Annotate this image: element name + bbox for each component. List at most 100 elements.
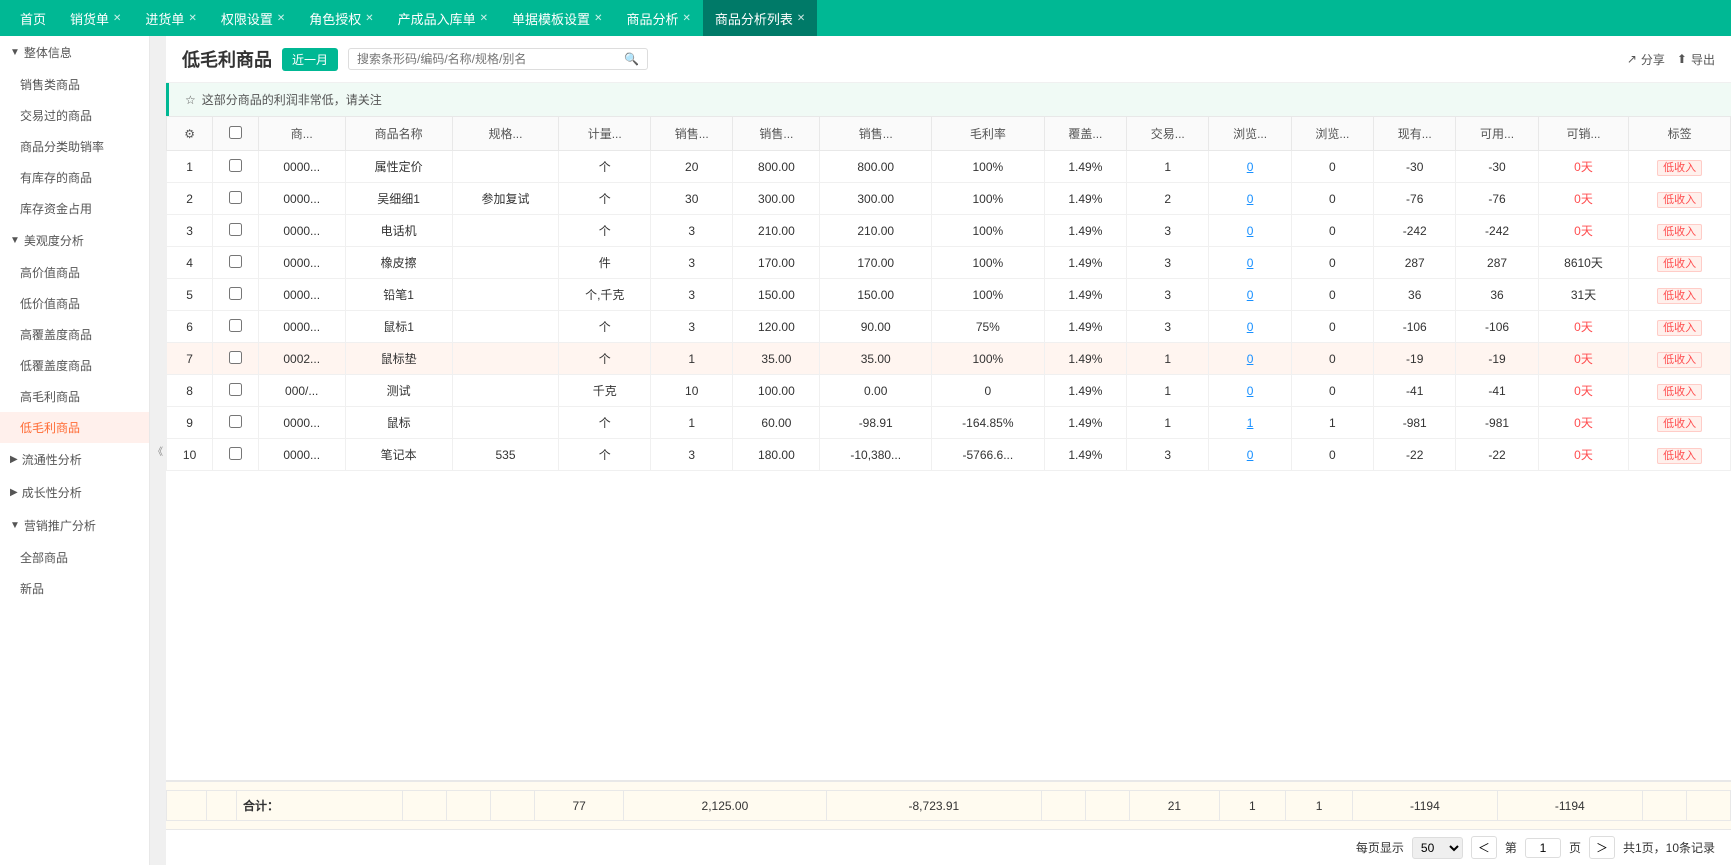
nav-purchase-order[interactable]: 进货单 ✕ xyxy=(133,0,208,36)
row-checkbox[interactable] xyxy=(229,223,242,236)
row-checkbox[interactable] xyxy=(229,319,242,332)
row-checkbox-cell[interactable] xyxy=(213,439,259,471)
row-trade: 3 xyxy=(1127,247,1209,279)
row-saleable: 0天 xyxy=(1538,215,1629,247)
close-icon[interactable]: ✕ xyxy=(594,13,602,24)
col-trade[interactable]: 交易... xyxy=(1127,117,1209,151)
row-view1[interactable]: 0 xyxy=(1209,279,1291,311)
nav-product-analysis-list[interactable]: 商品分析列表 ✕ xyxy=(703,0,817,36)
col-coverage[interactable]: 覆盖... xyxy=(1044,117,1126,151)
row-checkbox-cell[interactable] xyxy=(213,343,259,375)
row-checkbox-cell[interactable] xyxy=(213,311,259,343)
row-view1[interactable]: 0 xyxy=(1209,215,1291,247)
sidebar-group-marketing[interactable]: ▼ 营销推广分析 xyxy=(0,509,149,542)
col-view1[interactable]: 浏览... xyxy=(1209,117,1291,151)
col-sales-price[interactable]: 销售... xyxy=(733,117,820,151)
row-view1[interactable]: 0 xyxy=(1209,375,1291,407)
col-view2[interactable]: 浏览... xyxy=(1291,117,1373,151)
nav-template-settings[interactable]: 单据模板设置 ✕ xyxy=(500,0,614,36)
row-checkbox[interactable] xyxy=(229,383,242,396)
col-name[interactable]: 商品名称 xyxy=(345,117,452,151)
sidebar-item-low-value[interactable]: 低价值商品 xyxy=(0,288,149,319)
nav-product-entry[interactable]: 产成品入库单 ✕ xyxy=(386,0,500,36)
col-settings[interactable]: ⚙ xyxy=(167,117,213,151)
sidebar-group-overall[interactable]: ▼ 整体信息 xyxy=(0,36,149,69)
row-checkbox-cell[interactable] xyxy=(213,183,259,215)
row-checkbox[interactable] xyxy=(229,351,242,364)
nav-sales-order[interactable]: 销货单 ✕ xyxy=(58,0,133,36)
close-icon[interactable]: ✕ xyxy=(365,13,373,24)
close-icon[interactable]: ✕ xyxy=(188,13,196,24)
close-icon[interactable]: ✕ xyxy=(682,13,690,24)
nav-permission[interactable]: 权限设置 ✕ xyxy=(209,0,297,36)
filter-recent-month-button[interactable]: 近一月 xyxy=(282,48,338,71)
row-available: -106 xyxy=(1456,311,1538,343)
sidebar-item-traded-products[interactable]: 交易过的商品 xyxy=(0,100,149,131)
col-checkbox[interactable] xyxy=(213,117,259,151)
sidebar-group-appearance[interactable]: ▼ 美观度分析 xyxy=(0,224,149,257)
row-trade: 1 xyxy=(1127,151,1209,183)
sidebar-item-all-products[interactable]: 全部商品 xyxy=(0,542,149,573)
row-checkbox[interactable] xyxy=(229,447,242,460)
sidebar-item-low-coverage[interactable]: 低覆盖度商品 xyxy=(0,350,149,381)
row-view1[interactable]: 0 xyxy=(1209,343,1291,375)
col-tag[interactable]: 标签 xyxy=(1629,117,1731,151)
col-unit[interactable]: 计量... xyxy=(559,117,651,151)
nav-product-analysis[interactable]: 商品分析 ✕ xyxy=(614,0,702,36)
col-current-stock[interactable]: 现有... xyxy=(1374,117,1456,151)
row-checkbox[interactable] xyxy=(229,287,242,300)
sidebar-item-high-coverage[interactable]: 高覆盖度商品 xyxy=(0,319,149,350)
prev-page-button[interactable]: ＜ xyxy=(1471,836,1497,859)
sidebar-item-capital[interactable]: 库存资金占用 xyxy=(0,193,149,224)
row-view1[interactable]: 0 xyxy=(1209,311,1291,343)
row-checkbox-cell[interactable] xyxy=(213,215,259,247)
sidebar-item-low-margin[interactable]: 低毛利商品 xyxy=(0,412,149,443)
row-view1[interactable]: 0 xyxy=(1209,247,1291,279)
row-view1[interactable]: 0 xyxy=(1209,151,1291,183)
row-unit: 个 xyxy=(559,343,651,375)
per-page-select[interactable]: 50 100 200 xyxy=(1412,837,1463,859)
row-sales-qty: 20 xyxy=(651,151,733,183)
next-page-button[interactable]: ＞ xyxy=(1589,836,1615,859)
sidebar-item-high-value[interactable]: 高价值商品 xyxy=(0,257,149,288)
nav-role-auth[interactable]: 角色授权 ✕ xyxy=(297,0,385,36)
row-checkbox-cell[interactable] xyxy=(213,279,259,311)
col-gross-rate[interactable]: 毛利率 xyxy=(931,117,1044,151)
search-input[interactable] xyxy=(357,52,618,66)
row-checkbox-cell[interactable] xyxy=(213,247,259,279)
select-all-checkbox[interactable] xyxy=(229,126,242,139)
row-sales-amount: 170.00 xyxy=(820,247,932,279)
sidebar-group-liquidity[interactable]: ▶ 流通性分析 xyxy=(0,443,149,476)
row-view1[interactable]: 0 xyxy=(1209,439,1291,471)
row-view1[interactable]: 1 xyxy=(1209,407,1291,439)
share-button[interactable]: ↗ 分享 xyxy=(1627,51,1665,68)
row-view1[interactable]: 0 xyxy=(1209,183,1291,215)
col-saleable[interactable]: 可销... xyxy=(1538,117,1629,151)
sidebar-item-high-margin[interactable]: 高毛利商品 xyxy=(0,381,149,412)
close-icon[interactable]: ✕ xyxy=(797,13,805,24)
col-sales-amount[interactable]: 销售... xyxy=(820,117,932,151)
row-checkbox[interactable] xyxy=(229,191,242,204)
col-code[interactable]: 商... xyxy=(258,117,345,151)
page-number-input[interactable] xyxy=(1525,838,1561,858)
nav-home[interactable]: 首页 xyxy=(8,0,58,36)
row-checkbox[interactable] xyxy=(229,255,242,268)
sidebar-item-new-products[interactable]: 新品 xyxy=(0,573,149,604)
col-spec[interactable]: 规格... xyxy=(452,117,559,151)
sidebar-group-growth[interactable]: ▶ 成长性分析 xyxy=(0,476,149,509)
sidebar-item-category-rate[interactable]: 商品分类助销率 xyxy=(0,131,149,162)
sidebar-collapse-button[interactable]: 《 xyxy=(150,36,166,865)
col-available[interactable]: 可用... xyxy=(1456,117,1538,151)
sidebar-item-sales-products[interactable]: 销售类商品 xyxy=(0,69,149,100)
row-checkbox[interactable] xyxy=(229,415,242,428)
export-button[interactable]: ⬆ 导出 xyxy=(1677,51,1715,68)
close-icon[interactable]: ✕ xyxy=(480,13,488,24)
close-icon[interactable]: ✕ xyxy=(113,13,121,24)
row-checkbox-cell[interactable] xyxy=(213,407,259,439)
sidebar-item-in-stock[interactable]: 有库存的商品 xyxy=(0,162,149,193)
col-sales-qty[interactable]: 销售... xyxy=(651,117,733,151)
row-checkbox-cell[interactable] xyxy=(213,375,259,407)
row-checkbox-cell[interactable] xyxy=(213,151,259,183)
close-icon[interactable]: ✕ xyxy=(277,13,285,24)
row-checkbox[interactable] xyxy=(229,159,242,172)
